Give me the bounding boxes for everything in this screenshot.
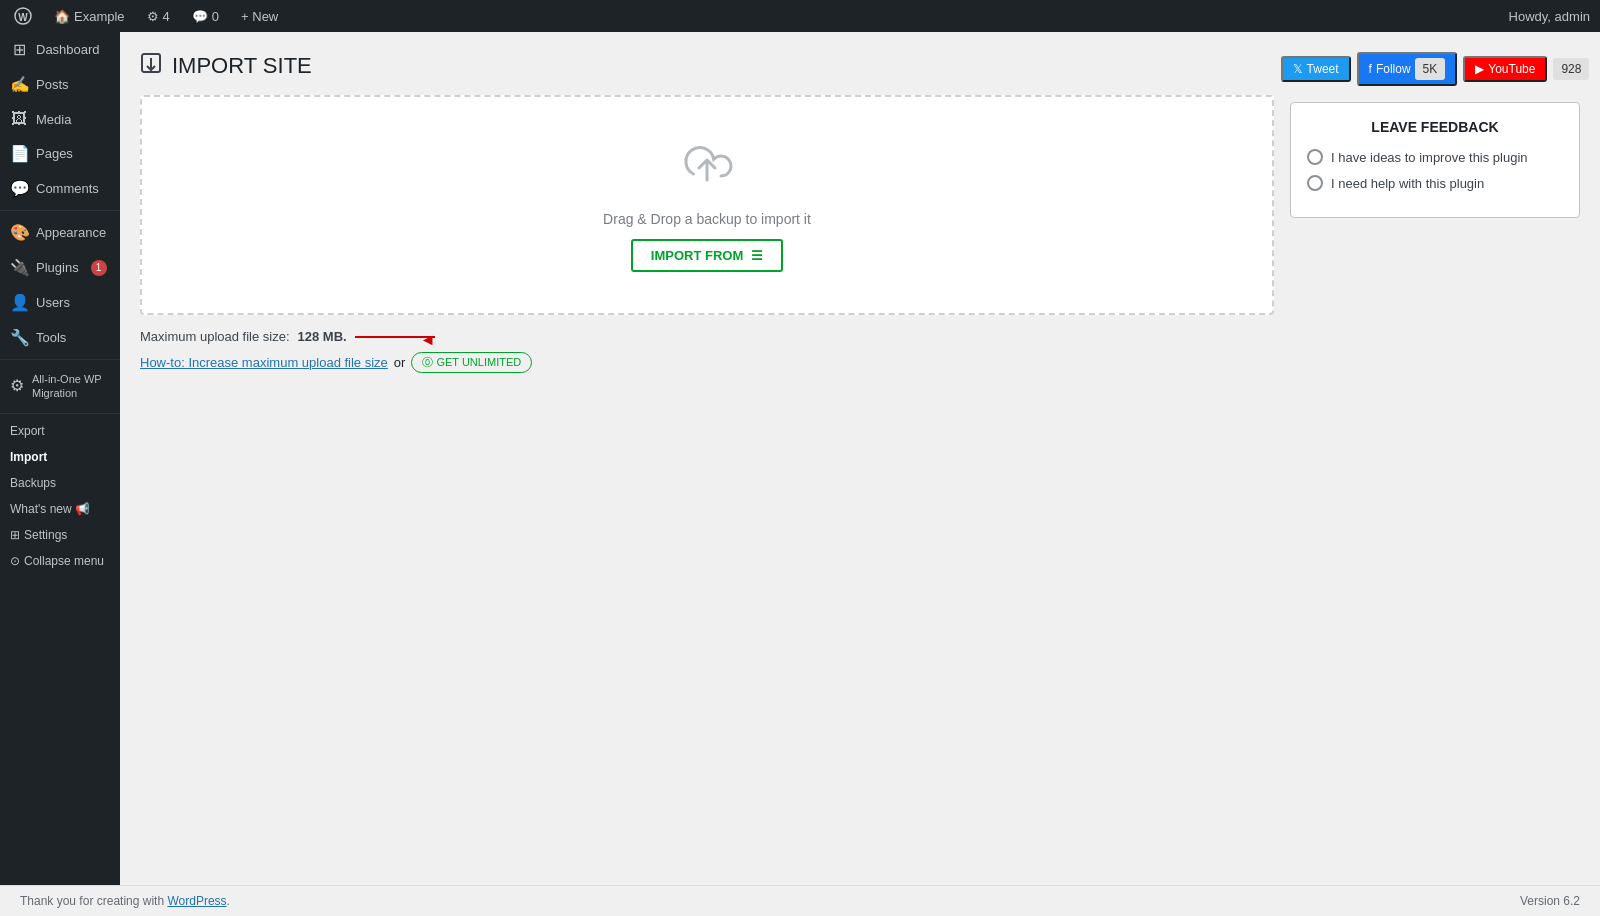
sidebar-divider-2 (0, 359, 120, 360)
sidebar-item-comments[interactable]: 💬 Comments (0, 171, 120, 206)
settings-icon: ⊞ (10, 528, 20, 542)
sidebar-item-label: Media (36, 112, 71, 127)
page-title: IMPORT SITE (172, 53, 312, 79)
page-title-row: IMPORT SITE (140, 52, 1274, 79)
sidebar-item-label: Appearance (36, 225, 106, 240)
plugins-badge: 1 (91, 260, 107, 276)
appearance-icon: 🎨 (10, 223, 28, 242)
sidebar-item-appearance[interactable]: 🎨 Appearance (0, 215, 120, 250)
wp-logo[interactable]: W (10, 7, 36, 25)
sidebar-sub-backups[interactable]: Backups (0, 470, 120, 496)
youtube-button[interactable]: ▶ YouTube (1463, 56, 1547, 82)
twitter-icon: 𝕏 (1293, 62, 1303, 76)
sidebar-item-label: Plugins (36, 260, 79, 275)
version-text: Version 6.2 (1520, 894, 1580, 908)
sidebar-sub-collapse[interactable]: ⊙ Collapse menu (0, 548, 120, 574)
cloud-upload-icon (677, 138, 737, 199)
sidebar-item-media[interactable]: 🖼 Media (0, 102, 120, 136)
comments-icon: 💬 (10, 179, 28, 198)
radio-help[interactable] (1307, 175, 1323, 191)
allinone-icon: ⚙ (10, 376, 24, 397)
updates-item[interactable]: ⚙ 4 (143, 9, 174, 24)
get-unlimited-button[interactable]: ⓪ GET UNLIMITED (411, 352, 532, 373)
footer-text: Thank you for creating with WordPress. (20, 894, 230, 908)
site-name[interactable]: 🏠 Example (50, 9, 129, 24)
sidebar-divider-3 (0, 413, 120, 414)
sidebar-item-pages[interactable]: 📄 Pages (0, 136, 120, 171)
comments-icon: 💬 (192, 9, 208, 24)
sidebar-item-label: Comments (36, 181, 99, 196)
import-dropzone[interactable]: Drag & Drop a backup to import it IMPORT… (140, 95, 1274, 315)
collapse-icon: ⊙ (10, 554, 20, 568)
sidebar-item-label: Pages (36, 146, 73, 161)
filesize-label: Maximum upload file size: (140, 329, 290, 344)
tools-icon: 🔧 (10, 328, 28, 347)
users-icon: 👤 (10, 293, 28, 312)
red-arrow: ◄ (355, 336, 435, 338)
sidebar-item-label: Tools (36, 330, 66, 345)
sidebar-sub-import[interactable]: Import (0, 444, 120, 470)
import-from-button[interactable]: IMPORT FROM ☰ (631, 239, 783, 272)
sidebar-sub-settings[interactable]: ⊞ Settings (0, 522, 120, 548)
pages-icon: 📄 (10, 144, 28, 163)
sidebar-item-label: Dashboard (36, 42, 100, 57)
sidebar-item-users[interactable]: 👤 Users (0, 285, 120, 320)
dashboard-icon: ⊞ (10, 40, 28, 59)
import-site-icon (140, 52, 162, 79)
plugins-icon: 🔌 (10, 258, 28, 277)
how-to-link[interactable]: How-to: Increase maximum upload file siz… (140, 355, 388, 370)
youtube-count: 928 (1553, 58, 1589, 80)
facebook-icon: f (1369, 62, 1372, 76)
follow-button[interactable]: f Follow 5K (1357, 52, 1458, 86)
content-area: IMPORT SITE Drag & Drop a backup to impo… (120, 32, 1600, 885)
leave-feedback-panel: LEAVE FEEDBACK I have ideas to improve t… (1290, 102, 1580, 218)
new-item[interactable]: + New (237, 9, 282, 24)
youtube-icon: ▶ (1475, 62, 1484, 76)
main-panel: IMPORT SITE Drag & Drop a backup to impo… (140, 52, 1274, 865)
sidebar-item-label: All-in-One WP Migration (32, 372, 110, 401)
footer: Thank you for creating with WordPress. V… (0, 885, 1600, 916)
sidebar-item-dashboard[interactable]: ⊞ Dashboard (0, 32, 120, 67)
right-sidebar: 𝕏 Tweet f Follow 5K ▶ YouTube 928 LEAVE … (1290, 52, 1580, 865)
feedback-improve-label: I have ideas to improve this plugin (1331, 150, 1528, 165)
feedback-option-improve[interactable]: I have ideas to improve this plugin (1307, 149, 1563, 165)
howdy-text: Howdy, admin (1509, 9, 1590, 24)
sidebar-divider-1 (0, 210, 120, 211)
social-row: 𝕏 Tweet f Follow 5K ▶ YouTube 928 (1290, 52, 1580, 86)
sidebar-sub-whatsnew[interactable]: What's new 📢 (0, 496, 120, 522)
sidebar-item-plugins[interactable]: 🔌 Plugins 1 (0, 250, 120, 285)
leave-feedback-title: LEAVE FEEDBACK (1307, 119, 1563, 135)
sidebar: ⊞ Dashboard ✍ Posts 🖼 Media 📄 Pages 💬 Co… (0, 32, 120, 885)
sidebar-sub-export[interactable]: Export (0, 418, 120, 444)
filesize-value: 128 MB. (298, 329, 347, 344)
updates-icon: ⚙ (147, 9, 159, 24)
drag-drop-text: Drag & Drop a backup to import it (603, 211, 811, 227)
sidebar-item-tools[interactable]: 🔧 Tools (0, 320, 120, 355)
home-icon: 🏠 (54, 9, 70, 24)
svg-text:W: W (18, 12, 28, 23)
tweet-button[interactable]: 𝕏 Tweet (1281, 56, 1351, 82)
admin-bar: W 🏠 Example ⚙ 4 💬 0 + New Howdy, admin (0, 0, 1600, 32)
menu-icon: ☰ (751, 248, 763, 263)
sidebar-item-label: Users (36, 295, 70, 310)
or-text: or (394, 355, 406, 370)
feedback-help-label: I need help with this plugin (1331, 176, 1484, 191)
sidebar-item-posts[interactable]: ✍ Posts (0, 67, 120, 102)
media-icon: 🖼 (10, 110, 28, 128)
posts-icon: ✍ (10, 75, 28, 94)
feedback-option-help[interactable]: I need help with this plugin (1307, 175, 1563, 191)
sidebar-item-allinone[interactable]: ⚙ All-in-One WP Migration (0, 364, 120, 409)
follow-count: 5K (1415, 58, 1446, 80)
wordpress-link[interactable]: WordPress (167, 894, 226, 908)
filesize-row: Maximum upload file size: 128 MB. ◄ (140, 329, 1274, 344)
help-row: How-to: Increase maximum upload file siz… (140, 352, 1274, 373)
radio-improve[interactable] (1307, 149, 1323, 165)
sidebar-item-label: Posts (36, 77, 69, 92)
comments-item[interactable]: 💬 0 (188, 9, 223, 24)
